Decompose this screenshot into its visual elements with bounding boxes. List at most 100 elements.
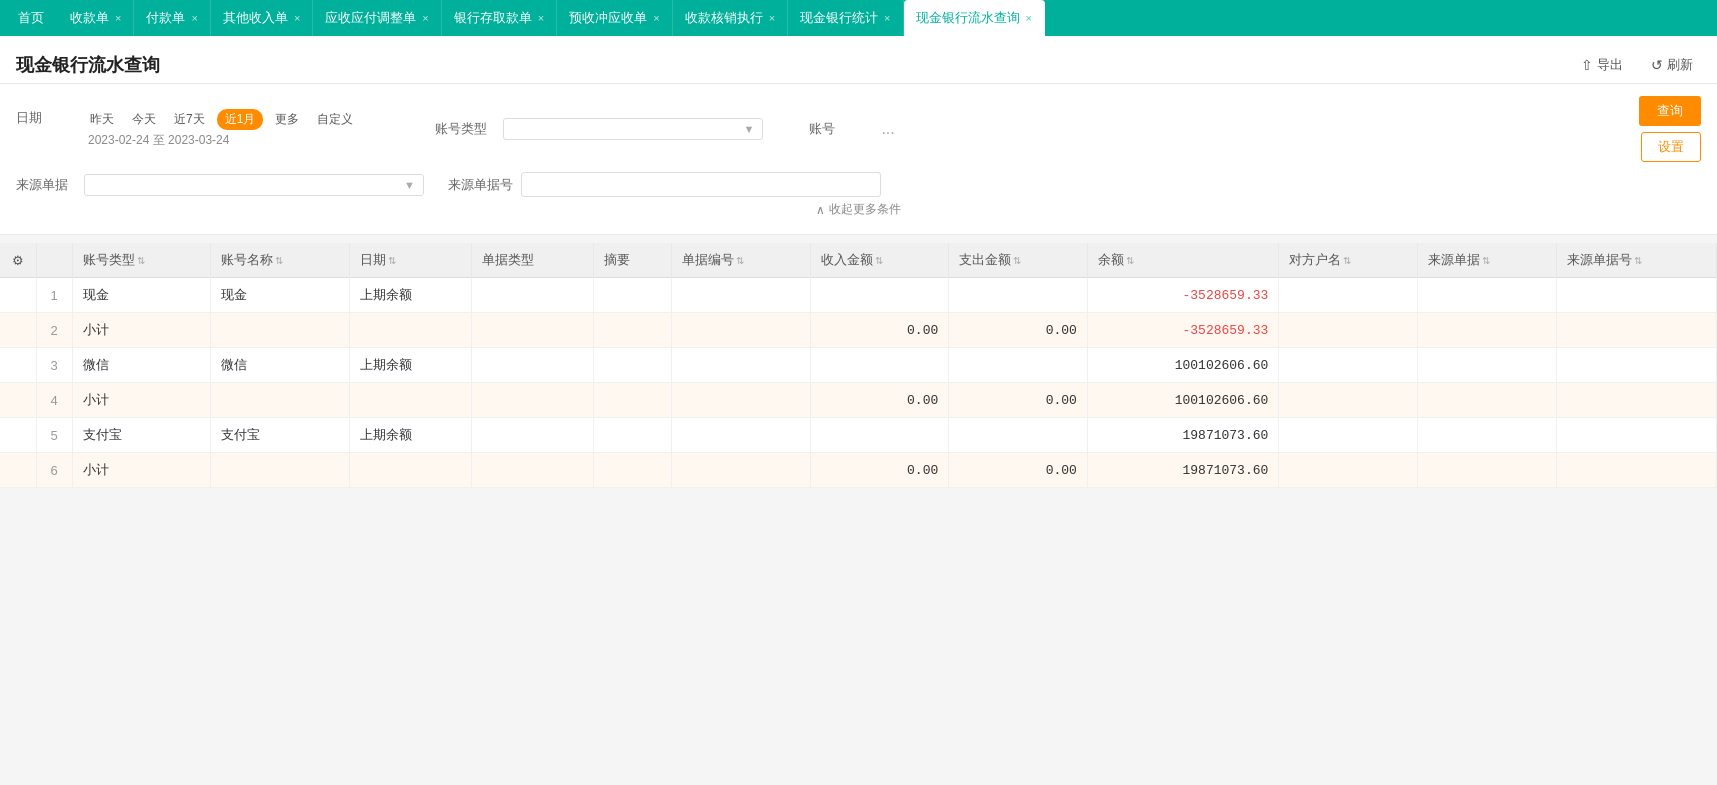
- col-date-header[interactable]: 日期⇅: [349, 243, 471, 278]
- page-header: 现金银行流水查询 ⇧ 导出 ↺ 刷新: [0, 36, 1717, 84]
- export-button[interactable]: ⇧ 导出: [1573, 52, 1631, 78]
- collapse-button[interactable]: ∧ 收起更多条件: [16, 197, 1701, 222]
- row-seq: 1: [36, 278, 72, 313]
- shortcut-today[interactable]: 今天: [126, 109, 162, 130]
- top-nav: 首页 收款单 × 付款单 × 其他收入单 × 应收应付调整单 × 银行存取款单 …: [0, 0, 1717, 36]
- row-doc-type: [471, 418, 593, 453]
- col-expense-header[interactable]: 支出金额⇅: [949, 243, 1088, 278]
- row-expense: 0.00: [949, 453, 1088, 488]
- row-source-doc-no: [1556, 313, 1716, 348]
- shortcut-yesterday[interactable]: 昨天: [84, 109, 120, 130]
- shortcut-custom[interactable]: 自定义: [311, 109, 359, 130]
- settings-button[interactable]: 设置: [1641, 132, 1701, 162]
- row-source-doc: [1417, 453, 1556, 488]
- source-doc-select[interactable]: ▼: [84, 174, 424, 196]
- query-button[interactable]: 查询: [1639, 96, 1701, 126]
- sort-icon: ⇅: [736, 255, 744, 266]
- row-income: 0.00: [810, 453, 949, 488]
- close-icon[interactable]: ×: [653, 12, 659, 24]
- row-doc-type: [471, 278, 593, 313]
- row-gear-cell: [0, 278, 36, 313]
- header-actions: ⇧ 导出 ↺ 刷新: [1573, 52, 1701, 78]
- row-date: [349, 453, 471, 488]
- row-income: [810, 418, 949, 453]
- source-doc-no-input[interactable]: [521, 172, 881, 197]
- table-row: 4 小计 0.00 0.00 100102606.60: [0, 383, 1717, 418]
- data-table: ⚙ 账号类型⇅ 账号名称⇅ 日期⇅ 单据类型 摘要 单据编号⇅ 收入金: [0, 243, 1717, 488]
- nav-tab-collection-exec[interactable]: 收款核销执行 ×: [673, 0, 788, 36]
- row-seq: 3: [36, 348, 72, 383]
- row-source-doc-no: [1556, 383, 1716, 418]
- chevron-up-icon: ∧: [816, 203, 825, 217]
- chevron-down-icon: ▼: [404, 179, 415, 191]
- col-account-type-header[interactable]: 账号类型⇅: [72, 243, 211, 278]
- col-balance-header[interactable]: 余额⇅: [1087, 243, 1278, 278]
- close-icon[interactable]: ×: [294, 12, 300, 24]
- row-income: 0.00: [810, 313, 949, 348]
- refresh-button[interactable]: ↺ 刷新: [1643, 52, 1701, 78]
- close-icon[interactable]: ×: [884, 12, 890, 24]
- row-doc-no: [672, 313, 811, 348]
- close-icon[interactable]: ×: [769, 12, 775, 24]
- nav-home[interactable]: 首页: [4, 9, 58, 27]
- shortcut-7days[interactable]: 近7天: [168, 109, 211, 130]
- sort-icon: ⇅: [1482, 255, 1490, 266]
- row-account-name: [211, 313, 350, 348]
- col-source-doc-header[interactable]: 来源单据⇅: [1417, 243, 1556, 278]
- row-source-doc-no: [1556, 418, 1716, 453]
- col-income-header[interactable]: 收入金额⇅: [810, 243, 949, 278]
- row-balance: -3528659.33: [1087, 278, 1278, 313]
- col-account-name-header[interactable]: 账号名称⇅: [211, 243, 350, 278]
- row-doc-no: [672, 278, 811, 313]
- close-icon[interactable]: ×: [538, 12, 544, 24]
- row-account-type: 支付宝: [72, 418, 211, 453]
- row-source-doc: [1417, 313, 1556, 348]
- col-doc-type-header: 单据类型: [471, 243, 593, 278]
- row-summary: [593, 418, 671, 453]
- row-date: 上期余额: [349, 348, 471, 383]
- nav-tab-receipt[interactable]: 收款单 ×: [58, 0, 134, 36]
- shortcut-1month[interactable]: 近1月: [217, 109, 264, 130]
- close-icon[interactable]: ×: [191, 12, 197, 24]
- close-icon[interactable]: ×: [115, 12, 121, 24]
- nav-tab-ar-adjust[interactable]: 应收应付调整单 ×: [313, 0, 441, 36]
- col-gear-header[interactable]: ⚙: [0, 243, 36, 278]
- row-summary: [593, 383, 671, 418]
- col-counterpart-header[interactable]: 对方户名⇅: [1279, 243, 1418, 278]
- row-date: [349, 383, 471, 418]
- table-row: 1 现金 现金 上期余额 -3528659.33: [0, 278, 1717, 313]
- filter-row-2: 来源单据 ▼ 来源单据号: [16, 172, 1701, 197]
- row-source-doc-no: [1556, 453, 1716, 488]
- sort-icon: ⇅: [275, 255, 283, 266]
- row-doc-no: [672, 383, 811, 418]
- table-row: 5 支付宝 支付宝 上期余额 19871073.60: [0, 418, 1717, 453]
- table-row: 2 小计 0.00 0.00 -3528659.33: [0, 313, 1717, 348]
- shortcut-more[interactable]: 更多: [269, 109, 305, 130]
- nav-tab-bank-deposit[interactable]: 银行存取款单 ×: [442, 0, 557, 36]
- col-summary-header: 摘要: [593, 243, 671, 278]
- row-source-doc: [1417, 383, 1556, 418]
- row-counterpart: [1279, 313, 1418, 348]
- sort-icon: ⇅: [875, 255, 883, 266]
- row-account-name: [211, 383, 350, 418]
- nav-tab-other-income[interactable]: 其他收入单 ×: [211, 0, 313, 36]
- row-counterpart: [1279, 278, 1418, 313]
- col-source-doc-no-header[interactable]: 来源单据号⇅: [1556, 243, 1716, 278]
- row-source-doc-no: [1556, 278, 1716, 313]
- close-icon[interactable]: ×: [422, 12, 428, 24]
- nav-tab-prepay-offset[interactable]: 预收冲应收单 ×: [557, 0, 672, 36]
- close-icon[interactable]: ×: [1026, 12, 1032, 24]
- row-account-type: 小计: [72, 453, 211, 488]
- row-account-type: 微信: [72, 348, 211, 383]
- col-doc-no-header[interactable]: 单据编号⇅: [672, 243, 811, 278]
- nav-tab-payment[interactable]: 付款单 ×: [134, 0, 210, 36]
- row-account-name: 现金: [211, 278, 350, 313]
- account-dots[interactable]: ...: [877, 120, 898, 138]
- account-type-select[interactable]: ▼: [503, 118, 763, 140]
- table-header-row: ⚙ 账号类型⇅ 账号名称⇅ 日期⇅ 单据类型 摘要 单据编号⇅ 收入金: [0, 243, 1717, 278]
- nav-tab-cash-bank-stat[interactable]: 现金银行统计 ×: [788, 0, 903, 36]
- row-counterpart: [1279, 418, 1418, 453]
- nav-tab-cash-bank-flow[interactable]: 现金银行流水查询 ×: [904, 0, 1045, 36]
- date-filter-label: 日期: [16, 109, 76, 127]
- row-seq: 2: [36, 313, 72, 348]
